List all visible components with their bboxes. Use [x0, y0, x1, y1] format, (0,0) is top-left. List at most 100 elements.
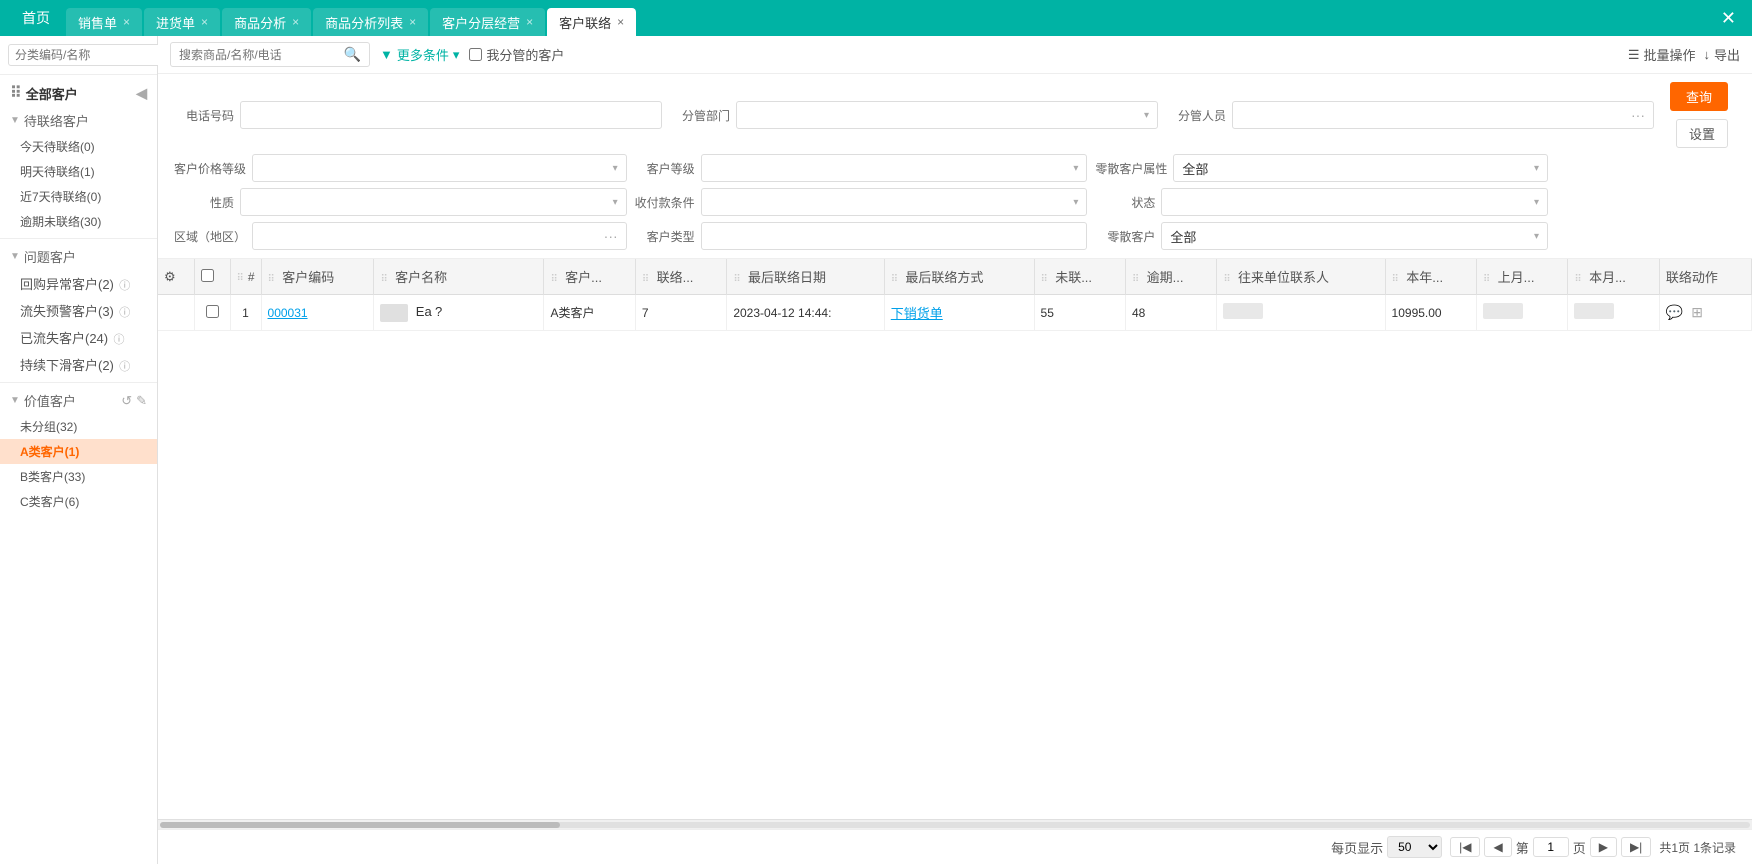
per-page-select[interactable]: 50 20 100: [1387, 836, 1442, 858]
tab-analysis-list-close[interactable]: ×: [409, 15, 416, 29]
tab-purchase[interactable]: 进货单 ×: [144, 8, 220, 36]
tab-customer-contact[interactable]: 客户联络 ×: [547, 8, 636, 36]
tab-analysis-list[interactable]: 商品分析列表 ×: [313, 8, 428, 36]
more-filters-button[interactable]: ▼ 更多条件 ▾: [380, 45, 459, 64]
sidebar-pending-title[interactable]: ▼ 待联络客户: [0, 107, 157, 134]
sidebar-problem-title[interactable]: ▼ 问题客户: [0, 243, 157, 270]
field-retail-attr-input[interactable]: 全部 ▾: [1173, 154, 1548, 182]
page-input[interactable]: [1533, 837, 1569, 857]
this-month-mask: [1574, 303, 1614, 319]
select-all-checkbox[interactable]: [201, 269, 214, 282]
col-last-date[interactable]: ⠿ 最后联络日期: [727, 259, 884, 295]
row-last-method[interactable]: 下销货单: [884, 295, 1034, 331]
tab-analysis-close[interactable]: ×: [292, 15, 299, 29]
col-last-method-drag: ⠿: [891, 274, 898, 285]
prev-page-button[interactable]: ◀: [1484, 837, 1511, 857]
sidebar-item-repurchase[interactable]: 回购异常客户(2) ⓘ: [0, 270, 157, 297]
tab-purchase-close[interactable]: ×: [201, 15, 208, 29]
tab-customer-tier-close[interactable]: ×: [526, 15, 533, 29]
last-page-button[interactable]: ▶|: [1621, 837, 1651, 857]
col-this-month-label: 本月...: [1589, 270, 1626, 285]
field-manager-input[interactable]: ···: [1232, 101, 1654, 129]
sidebar-search-input[interactable]: [8, 44, 177, 66]
field-region-label: 区域（地区）: [174, 228, 246, 245]
query-button[interactable]: 查询: [1670, 82, 1728, 111]
field-nature-label: 性质: [174, 194, 234, 211]
sidebar-item-churned[interactable]: 已流失客户(24) ⓘ: [0, 324, 157, 351]
col-last-month[interactable]: ⠿ 上月...: [1476, 259, 1567, 295]
sidebar-item-a-class[interactable]: A类客户(1): [0, 439, 157, 464]
sidebar-problem-arrow: ▼: [10, 251, 20, 262]
table-area[interactable]: ⚙ ⠿# ⠿ 客户编码 ⠿: [158, 259, 1752, 819]
sidebar-item-ungroup[interactable]: 未分组(32): [0, 414, 157, 439]
row-checkbox[interactable]: [206, 305, 219, 318]
col-no-contact[interactable]: ⠿ 未联...: [1034, 259, 1125, 295]
sidebar-all-customers[interactable]: ⠿ 全部客户 ◀: [0, 75, 157, 107]
field-region-input[interactable]: ···: [252, 222, 627, 250]
tab-customer-contact-label: 客户联络: [559, 13, 611, 32]
field-price-level-input[interactable]: ▾: [252, 154, 627, 182]
sidebar-item-today[interactable]: 今天待联络(0): [0, 134, 157, 159]
field-retail-customer-input[interactable]: 全部 ▾: [1161, 222, 1548, 250]
col-gear[interactable]: ⚙: [158, 259, 194, 295]
col-unit-contact-label: 往来单位联系人: [1238, 270, 1329, 285]
batch-op-button[interactable]: ☰ 批量操作: [1628, 45, 1696, 64]
refresh-icon[interactable]: ↺: [121, 393, 132, 409]
setting-button[interactable]: 设置: [1676, 119, 1728, 148]
sidebar-item-churn-warn[interactable]: 流失预警客户(3) ⓘ: [0, 297, 157, 324]
tab-customer-tier[interactable]: 客户分层经营 ×: [430, 8, 545, 36]
next-page-button[interactable]: ▶: [1590, 837, 1617, 857]
sidebar-item-b-class[interactable]: B类客户(33): [0, 464, 157, 489]
sidebar-item-overdue[interactable]: 逾期未联络(30): [0, 209, 157, 234]
field-customer-type-input[interactable]: [701, 222, 1088, 250]
col-this-year[interactable]: ⠿ 本年...: [1385, 259, 1476, 295]
sidebar-collapse-icon[interactable]: ◀: [136, 85, 147, 102]
field-status-input[interactable]: ▾: [1161, 188, 1548, 216]
col-contact-count[interactable]: ⠿ 联络...: [635, 259, 726, 295]
col-overdue[interactable]: ⠿ 逾期...: [1125, 259, 1216, 295]
col-no-contact-label: 未联...: [1055, 270, 1092, 285]
sidebar-item-c-class[interactable]: C类客户(6): [0, 489, 157, 514]
chat-icon[interactable]: 💬: [1666, 304, 1683, 321]
search-icon[interactable]: 🔍: [344, 46, 361, 63]
field-status: 状态 ▾: [1095, 188, 1548, 216]
tab-analysis[interactable]: 商品分析 ×: [222, 8, 311, 36]
col-num: ⠿#: [230, 259, 261, 295]
scrollbar-thumb[interactable]: [160, 822, 560, 828]
tab-sales-close[interactable]: ×: [123, 15, 130, 29]
sidebar-value-title[interactable]: ▼ 价值客户 ↺ ✎: [0, 387, 157, 414]
col-check: [194, 259, 230, 295]
info-icon-1: ⓘ: [119, 280, 130, 292]
tab-analysis-label: 商品分析: [234, 13, 286, 32]
col-type[interactable]: ⠿ 客户...: [544, 259, 635, 295]
field-retail-customer-label: 零散客户: [1095, 228, 1155, 245]
col-name[interactable]: ⠿ 客户名称: [374, 259, 544, 295]
search-input[interactable]: [179, 48, 340, 62]
col-last-method[interactable]: ⠿ 最后联络方式: [884, 259, 1034, 295]
horizontal-scrollbar[interactable]: [158, 819, 1752, 829]
row-last-method-link[interactable]: 下销货单: [891, 306, 943, 321]
tab-sales[interactable]: 销售单 ×: [66, 8, 142, 36]
row-code[interactable]: 000031: [261, 295, 374, 331]
field-payment-input[interactable]: ▾: [701, 188, 1088, 216]
field-dept-input[interactable]: ▾: [736, 101, 1158, 129]
sidebar-item-7days[interactable]: 近7天待联络(0): [0, 184, 157, 209]
edit-icon[interactable]: ✎: [136, 393, 147, 409]
my-customers-check[interactable]: [469, 48, 482, 61]
col-this-month[interactable]: ⠿ 本月...: [1568, 259, 1659, 295]
field-nature-input[interactable]: ▾: [240, 188, 627, 216]
field-phone-input[interactable]: [240, 101, 662, 129]
grid-icon[interactable]: ⊞: [1691, 304, 1703, 321]
sidebar-item-tomorrow[interactable]: 明天待联络(1): [0, 159, 157, 184]
more-filters-arrow: ▾: [453, 47, 460, 63]
first-page-button[interactable]: |◀: [1450, 837, 1480, 857]
gear-icon[interactable]: ⚙: [164, 269, 176, 284]
field-customer-level-input[interactable]: ▾: [701, 154, 1088, 182]
col-unit-contact[interactable]: ⠿ 往来单位联系人: [1217, 259, 1385, 295]
export-button[interactable]: ↓ 导出: [1703, 45, 1740, 64]
tab-customer-contact-close[interactable]: ×: [617, 15, 624, 29]
sidebar-item-declining[interactable]: 持续下滑客户(2) ⓘ: [0, 351, 157, 378]
home-tab[interactable]: 首页: [8, 0, 64, 36]
window-close-button[interactable]: ✕: [1713, 8, 1744, 29]
col-code[interactable]: ⠿ 客户编码: [261, 259, 374, 295]
